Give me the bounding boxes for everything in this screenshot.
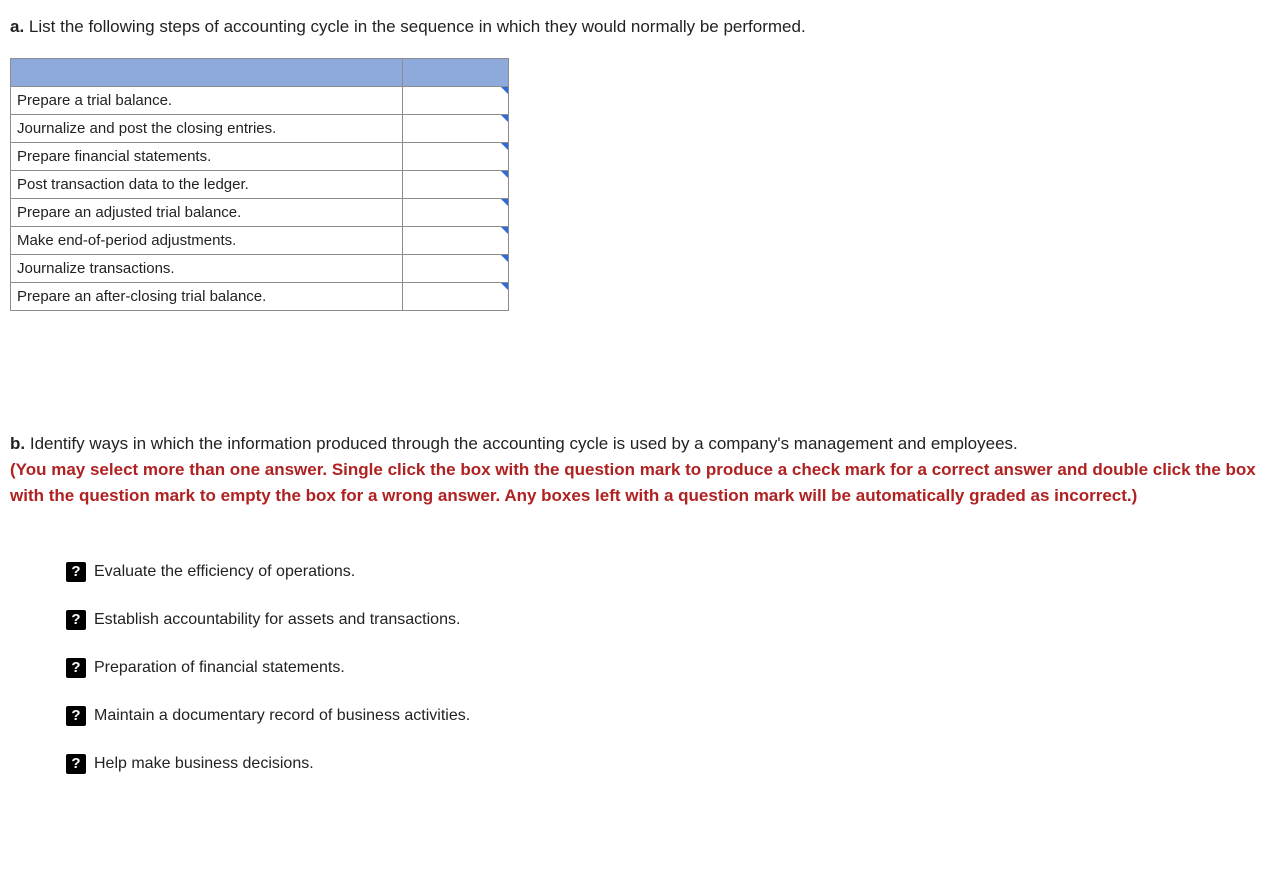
sequence-table: Prepare a trial balance. Journalize and … <box>10 58 509 311</box>
step-cell: Prepare an adjusted trial balance. <box>11 198 403 226</box>
step-cell: Make end-of-period adjustments. <box>11 226 403 254</box>
question-checkbox[interactable]: ? <box>66 658 86 678</box>
step-cell: Post transaction data to the ledger. <box>11 170 403 198</box>
question-checkbox[interactable]: ? <box>66 706 86 726</box>
option-row: ? Help make business decisions. <box>66 754 1270 774</box>
part-b-instruction: (You may select more than one answer. Si… <box>10 460 1256 505</box>
chevron-down-icon <box>501 115 508 122</box>
table-row: Prepare a trial balance. <box>11 86 509 114</box>
table-header-row <box>11 58 509 86</box>
part-b-label: b. <box>10 434 25 453</box>
order-dropdown[interactable] <box>403 114 509 142</box>
part-a-prompt: a. List the following steps of accountin… <box>10 14 1270 40</box>
option-label: Establish accountability for assets and … <box>94 611 460 629</box>
option-row: ? Evaluate the efficiency of operations. <box>66 562 1270 582</box>
options-list: ? Evaluate the efficiency of operations.… <box>10 562 1270 774</box>
step-cell: Journalize and post the closing entries. <box>11 114 403 142</box>
chevron-down-icon <box>501 87 508 94</box>
question-checkbox[interactable]: ? <box>66 754 86 774</box>
sequence-table-wrap: Prepare a trial balance. Journalize and … <box>10 58 1270 311</box>
chevron-down-icon <box>501 199 508 206</box>
option-row: ? Maintain a documentary record of busin… <box>66 706 1270 726</box>
order-dropdown[interactable] <box>403 170 509 198</box>
table-row: Journalize transactions. <box>11 254 509 282</box>
step-cell: Prepare an after-closing trial balance. <box>11 282 403 310</box>
question-checkbox[interactable]: ? <box>66 562 86 582</box>
part-a-text: List the following steps of accounting c… <box>29 17 806 36</box>
step-cell: Prepare financial statements. <box>11 142 403 170</box>
step-cell: Prepare a trial balance. <box>11 86 403 114</box>
table-row: Prepare financial statements. <box>11 142 509 170</box>
order-dropdown[interactable] <box>403 86 509 114</box>
part-a-label: a. <box>10 17 24 36</box>
option-label: Maintain a documentary record of busines… <box>94 707 470 725</box>
option-label: Evaluate the efficiency of operations. <box>94 563 355 581</box>
step-cell: Journalize transactions. <box>11 254 403 282</box>
header-col-step <box>11 58 403 86</box>
chevron-down-icon <box>501 255 508 262</box>
part-b-block: b. Identify ways in which the informatio… <box>10 431 1270 510</box>
option-label: Preparation of financial statements. <box>94 659 345 677</box>
chevron-down-icon <box>501 143 508 150</box>
header-col-order <box>403 58 509 86</box>
order-dropdown[interactable] <box>403 198 509 226</box>
order-dropdown[interactable] <box>403 226 509 254</box>
part-b-prompt: Identify ways in which the information p… <box>30 434 1018 453</box>
table-row: Journalize and post the closing entries. <box>11 114 509 142</box>
option-label: Help make business decisions. <box>94 755 314 773</box>
table-row: Prepare an after-closing trial balance. <box>11 282 509 310</box>
order-dropdown[interactable] <box>403 282 509 310</box>
order-dropdown[interactable] <box>403 142 509 170</box>
question-checkbox[interactable]: ? <box>66 610 86 630</box>
table-row: Prepare an adjusted trial balance. <box>11 198 509 226</box>
option-row: ? Preparation of financial statements. <box>66 658 1270 678</box>
option-row: ? Establish accountability for assets an… <box>66 610 1270 630</box>
table-row: Post transaction data to the ledger. <box>11 170 509 198</box>
chevron-down-icon <box>501 171 508 178</box>
order-dropdown[interactable] <box>403 254 509 282</box>
chevron-down-icon <box>501 283 508 290</box>
chevron-down-icon <box>501 227 508 234</box>
table-row: Make end-of-period adjustments. <box>11 226 509 254</box>
